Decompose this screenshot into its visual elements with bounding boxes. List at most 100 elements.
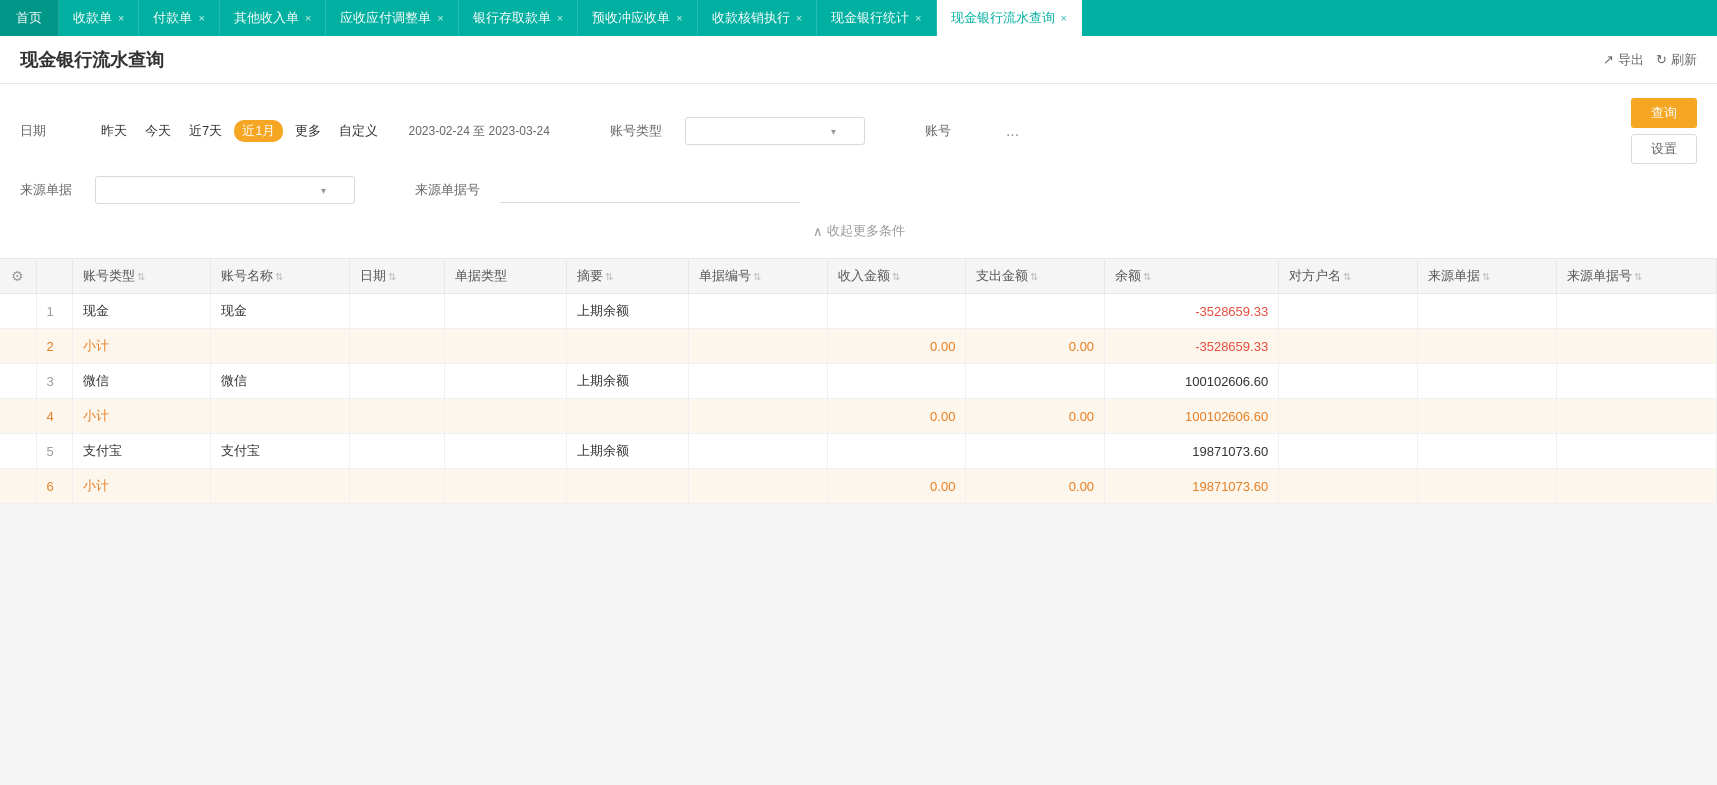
cell-account_type: 现金 (72, 294, 211, 329)
cell-date (349, 434, 444, 469)
close-icon[interactable]: × (437, 12, 443, 24)
cell-gear (0, 364, 36, 399)
cell-income: 0.00 (827, 469, 966, 504)
col-header-account_type[interactable]: 账号类型⇅ (72, 259, 211, 294)
sort-icon: ⇅ (1634, 271, 1642, 282)
cell-doc_no (689, 399, 828, 434)
date-shortcut-更多[interactable]: 更多 (289, 120, 327, 142)
col-header-date[interactable]: 日期⇅ (349, 259, 444, 294)
col-header-counterparty[interactable]: 对方户名⇅ (1279, 259, 1418, 294)
cell-income: 0.00 (827, 399, 966, 434)
cell-source_doc_no (1556, 469, 1716, 504)
cell-doc_no (689, 364, 828, 399)
sort-icon: ⇅ (388, 271, 396, 282)
col-header-doc_no[interactable]: 单据编号⇅ (689, 259, 828, 294)
col-header-source_doc_no[interactable]: 来源单据号⇅ (1556, 259, 1716, 294)
cell-account_type: 支付宝 (72, 434, 211, 469)
nav-tab-现金银行流水查询[interactable]: 现金银行流水查询× (937, 0, 1082, 36)
cell-income: 0.00 (827, 329, 966, 364)
nav-tab-现金银行统计[interactable]: 现金银行统计× (817, 0, 936, 36)
source-doc-select[interactable]: ▾ (95, 176, 355, 204)
source-doc-label: 来源单据 (20, 181, 75, 199)
table-row: 1现金现金上期余额-3528659.33 (0, 294, 1717, 329)
close-icon[interactable]: × (676, 12, 682, 24)
cell-account_name (211, 469, 350, 504)
nav-tab-预收冲应收单[interactable]: 预收冲应收单× (578, 0, 697, 36)
date-shortcut-今天[interactable]: 今天 (139, 120, 177, 142)
close-icon[interactable]: × (796, 12, 802, 24)
sort-icon: ⇅ (605, 271, 613, 282)
table-row: 3微信微信上期余额100102606.60 (0, 364, 1717, 399)
cell-summary: 上期余额 (567, 364, 689, 399)
cell-account_type: 小计 (72, 399, 211, 434)
date-shortcut-近1月[interactable]: 近1月 (234, 120, 283, 142)
cell-source_doc_no (1556, 364, 1716, 399)
cell-expense (966, 294, 1105, 329)
sort-icon: ⇅ (1343, 271, 1351, 282)
export-icon: ↗ (1603, 52, 1614, 67)
nav-home[interactable]: 首页 (0, 0, 59, 36)
cell-expense (966, 434, 1105, 469)
nav-tab-银行存取款单[interactable]: 银行存取款单× (459, 0, 578, 36)
chevron-down-icon-2: ▾ (321, 185, 326, 196)
cell-income (827, 434, 966, 469)
date-shortcuts: 昨天今天近7天近1月更多自定义 (95, 120, 384, 142)
close-icon[interactable]: × (557, 12, 563, 24)
settings-button[interactable]: 设置 (1631, 134, 1697, 164)
query-button[interactable]: 查询 (1631, 98, 1697, 128)
account-no-more-button[interactable]: ... (1000, 122, 1025, 140)
close-icon[interactable]: × (118, 12, 124, 24)
date-shortcut-近7天[interactable]: 近7天 (183, 120, 228, 142)
cell-doc_no (689, 434, 828, 469)
col-header-balance[interactable]: 余额⇅ (1105, 259, 1279, 294)
cell-counterparty (1279, 399, 1418, 434)
cell-summary (567, 469, 689, 504)
col-header-account_name[interactable]: 账号名称⇅ (211, 259, 350, 294)
cell-doc_no (689, 329, 828, 364)
close-icon[interactable]: × (305, 12, 311, 24)
cell-account_type: 小计 (72, 329, 211, 364)
table-row: 2小计0.000.00-3528659.33 (0, 329, 1717, 364)
close-icon[interactable]: × (915, 12, 921, 24)
refresh-button[interactable]: ↻ 刷新 (1656, 51, 1697, 69)
nav-tab-收款单[interactable]: 收款单× (59, 0, 139, 36)
page-title: 现金银行流水查询 (20, 48, 164, 72)
filter-area: 日期 昨天今天近7天近1月更多自定义 2023-02-24 至 2023-03-… (0, 84, 1717, 259)
col-header-income[interactable]: 收入金额⇅ (827, 259, 966, 294)
gear-icon[interactable]: ⚙ (11, 268, 24, 284)
data-table: ⚙ 账号类型⇅账号名称⇅日期⇅单据类型摘要⇅单据编号⇅收入金额⇅支出金额⇅余额⇅对… (0, 259, 1717, 504)
cell-balance: 100102606.60 (1105, 364, 1279, 399)
collapse-bar[interactable]: ∧ 收起更多条件 (20, 216, 1697, 244)
cell-date (349, 399, 444, 434)
col-header-summary[interactable]: 摘要⇅ (567, 259, 689, 294)
col-header-source_doc[interactable]: 来源单据⇅ (1417, 259, 1556, 294)
col-header-doc_type: 单据类型 (445, 259, 567, 294)
source-doc-no-input[interactable] (500, 177, 800, 203)
nav-tab-付款单[interactable]: 付款单× (139, 0, 219, 36)
sort-icon: ⇅ (275, 271, 283, 282)
cell-date (349, 469, 444, 504)
nav-tab-应收应付调整单[interactable]: 应收应付调整单× (326, 0, 458, 36)
nav-tab-收款核销执行[interactable]: 收款核销执行× (698, 0, 817, 36)
col-header-index (36, 259, 72, 294)
cell-source_doc_no (1556, 434, 1716, 469)
table-row: 6小计0.000.0019871073.60 (0, 469, 1717, 504)
cell-income (827, 294, 966, 329)
col-header-expense[interactable]: 支出金额⇅ (966, 259, 1105, 294)
cell-source_doc_no (1556, 294, 1716, 329)
sort-icon: ⇅ (1143, 271, 1151, 282)
date-shortcut-昨天[interactable]: 昨天 (95, 120, 133, 142)
account-type-select[interactable]: ▾ (685, 117, 865, 145)
account-type-label: 账号类型 (610, 122, 665, 140)
cell-balance: 100102606.60 (1105, 399, 1279, 434)
cell-balance: 19871073.60 (1105, 434, 1279, 469)
cell-expense: 0.00 (966, 329, 1105, 364)
close-icon[interactable]: × (198, 12, 204, 24)
cell-index: 6 (36, 469, 72, 504)
date-shortcut-自定义[interactable]: 自定义 (333, 120, 384, 142)
close-icon[interactable]: × (1061, 12, 1067, 24)
nav-tab-其他收入单[interactable]: 其他收入单× (220, 0, 326, 36)
cell-account_name: 支付宝 (211, 434, 350, 469)
sort-icon: ⇅ (137, 271, 145, 282)
export-button[interactable]: ↗ 导出 (1603, 51, 1644, 69)
